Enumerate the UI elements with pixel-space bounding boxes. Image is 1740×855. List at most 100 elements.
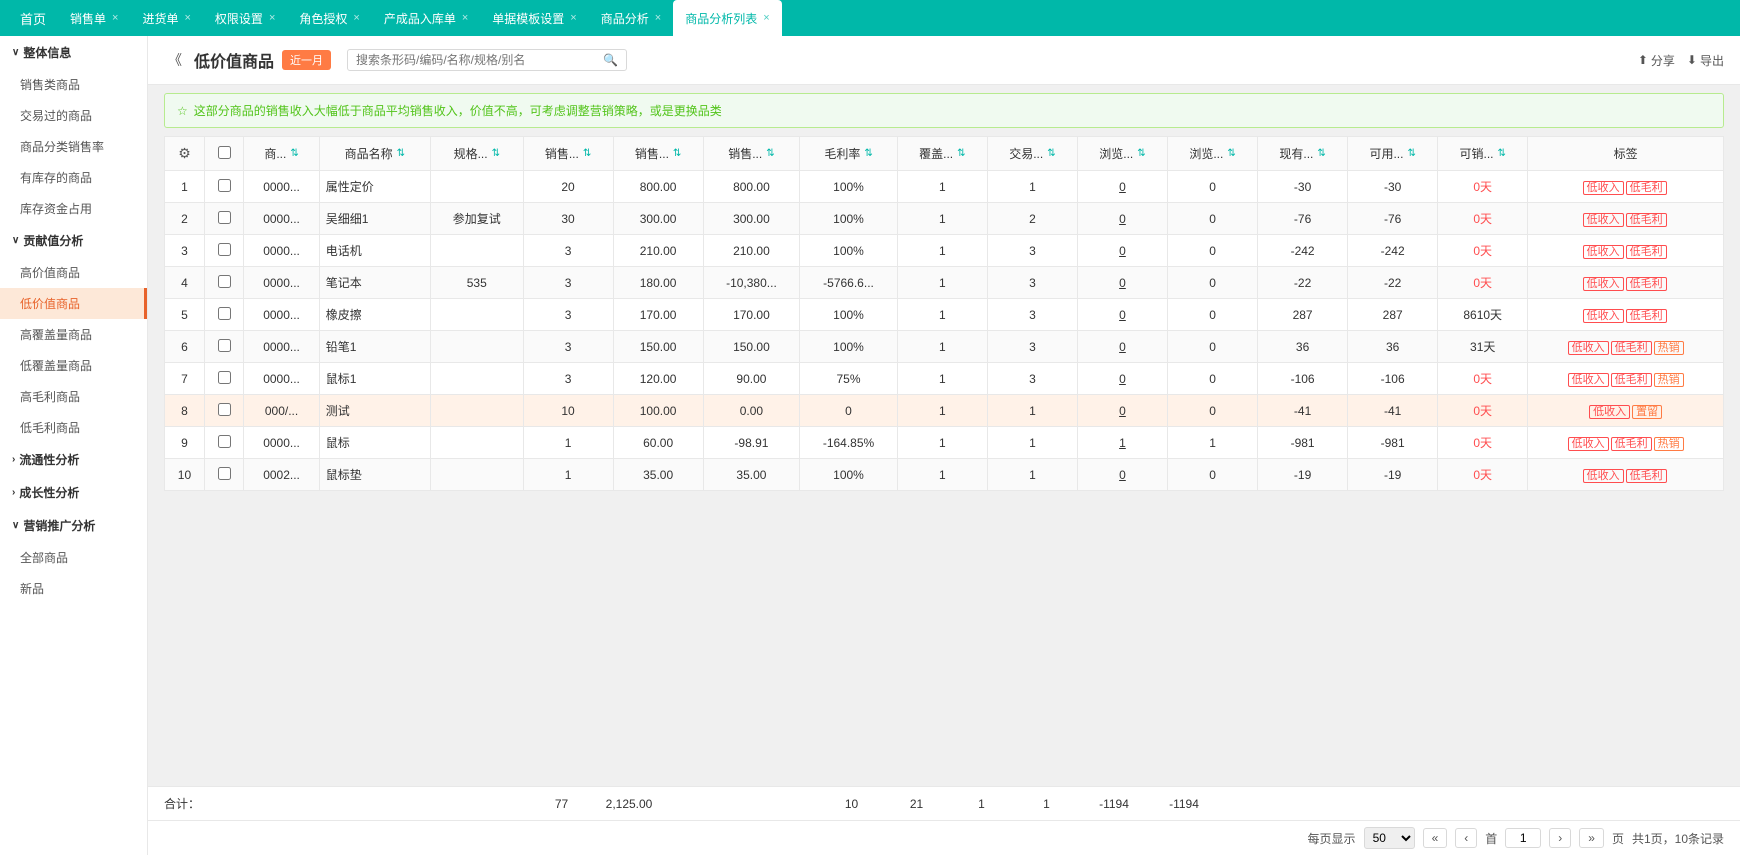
settings-icon[interactable]: ⚙: [178, 145, 191, 161]
cell-checkbox[interactable]: [204, 395, 243, 427]
search-input[interactable]: [356, 53, 599, 67]
browse1-link[interactable]: 0: [1119, 468, 1126, 482]
nav-item-进货单[interactable]: 进货单 ×: [130, 0, 202, 36]
cell-browse1[interactable]: 0: [1077, 459, 1167, 491]
cell-checkbox[interactable]: [204, 459, 243, 491]
sidebar-item-低覆盖量商品[interactable]: 低覆盖量商品: [0, 350, 147, 381]
cell-browse1[interactable]: 0: [1077, 299, 1167, 331]
export-button[interactable]: ⬇ 导出: [1687, 52, 1724, 69]
cell-browse1[interactable]: 0: [1077, 267, 1167, 299]
prev-page-button[interactable]: ‹: [1455, 828, 1477, 848]
sidebar-item-交易过的商品[interactable]: 交易过的商品: [0, 100, 147, 131]
cell-browse1[interactable]: 0: [1077, 395, 1167, 427]
row-checkbox[interactable]: [218, 403, 231, 416]
browse1-link[interactable]: 0: [1119, 372, 1126, 386]
cell-checkbox[interactable]: [204, 299, 243, 331]
browse1-link[interactable]: 0: [1119, 180, 1126, 194]
share-button[interactable]: ⬆ 分享: [1638, 52, 1675, 69]
row-checkbox[interactable]: [218, 211, 231, 224]
cell-checkbox[interactable]: [204, 267, 243, 299]
page-size-select[interactable]: 50 100 200: [1364, 827, 1415, 849]
next-page-button[interactable]: ›: [1549, 828, 1571, 848]
sidebar-group-流通性分析[interactable]: › 流通性分析: [0, 443, 147, 476]
sidebar-group-贡献值分析[interactable]: ∨ 贡献值分析: [0, 224, 147, 257]
col-code[interactable]: 商...⇅: [244, 137, 319, 171]
nav-item-角色授权[interactable]: 角色授权 ×: [287, 0, 371, 36]
col-browse1[interactable]: 浏览...⇅: [1077, 137, 1167, 171]
nav-item-销售单[interactable]: 销售单 ×: [58, 0, 130, 36]
row-checkbox[interactable]: [218, 371, 231, 384]
row-checkbox[interactable]: [218, 243, 231, 256]
col-sales-qty[interactable]: 销售...⇅: [523, 137, 613, 171]
sidebar-item-商品分类销售率[interactable]: 商品分类销售率: [0, 131, 147, 162]
search-icon[interactable]: 🔍: [603, 53, 618, 67]
col-browse2[interactable]: 浏览...⇅: [1168, 137, 1258, 171]
cell-checkbox[interactable]: [204, 235, 243, 267]
nav-close-商品分析列表[interactable]: ×: [763, 12, 769, 24]
cell-browse1[interactable]: 0: [1077, 363, 1167, 395]
col-sellable[interactable]: 可销...⇅: [1438, 137, 1528, 171]
col-available[interactable]: 可用...⇅: [1348, 137, 1438, 171]
browse1-link[interactable]: 1: [1119, 436, 1126, 450]
page-number-input[interactable]: [1505, 828, 1541, 848]
first-page-button[interactable]: «: [1423, 828, 1448, 848]
nav-close-单据模板设置[interactable]: ×: [570, 12, 576, 24]
row-checkbox[interactable]: [218, 467, 231, 480]
row-checkbox[interactable]: [218, 179, 231, 192]
nav-item-权限设置[interactable]: 权限设置 ×: [203, 0, 287, 36]
nav-home[interactable]: 首页: [8, 0, 58, 36]
nav-item-产成品入库单[interactable]: 产成品入库单 ×: [372, 0, 480, 36]
sidebar-item-低价值商品[interactable]: 低价值商品: [0, 288, 147, 319]
browse1-link[interactable]: 0: [1119, 308, 1126, 322]
browse1-link[interactable]: 0: [1119, 212, 1126, 226]
cell-checkbox[interactable]: [204, 427, 243, 459]
browse1-link[interactable]: 0: [1119, 340, 1126, 354]
cell-checkbox[interactable]: [204, 363, 243, 395]
nav-close-角色授权[interactable]: ×: [353, 12, 359, 24]
sidebar-group-营销推广分析[interactable]: ∨ 营销推广分析: [0, 509, 147, 542]
sidebar-item-库存资金占用[interactable]: 库存资金占用: [0, 193, 147, 224]
sidebar-group-成长性分析[interactable]: › 成长性分析: [0, 476, 147, 509]
row-checkbox[interactable]: [218, 339, 231, 352]
row-checkbox[interactable]: [218, 435, 231, 448]
row-checkbox[interactable]: [218, 307, 231, 320]
nav-item-商品分析[interactable]: 商品分析 ×: [589, 0, 673, 36]
browse1-link[interactable]: 0: [1119, 276, 1126, 290]
cell-browse1[interactable]: 0: [1077, 171, 1167, 203]
sidebar-item-全部商品[interactable]: 全部商品: [0, 542, 147, 573]
nav-close-进货单[interactable]: ×: [184, 12, 190, 24]
sidebar-group-整体信息[interactable]: ∨ 整体信息: [0, 36, 147, 69]
cell-checkbox[interactable]: [204, 331, 243, 363]
nav-close-权限设置[interactable]: ×: [269, 12, 275, 24]
select-all-checkbox[interactable]: [218, 146, 231, 159]
col-sales-price[interactable]: 销售...⇅: [703, 137, 800, 171]
browse1-link[interactable]: 0: [1119, 244, 1126, 258]
sidebar-item-有库存的商品[interactable]: 有库存的商品: [0, 162, 147, 193]
sidebar-item-销售类商品[interactable]: 销售类商品: [0, 69, 147, 100]
nav-close-销售单[interactable]: ×: [112, 12, 118, 24]
col-gross-margin[interactable]: 毛利率⇅: [800, 137, 898, 171]
cell-checkbox[interactable]: [204, 203, 243, 235]
sidebar-item-新品[interactable]: 新品: [0, 573, 147, 604]
col-coverage[interactable]: 覆盖...⇅: [897, 137, 987, 171]
sidebar-item-高毛利商品[interactable]: 高毛利商品: [0, 381, 147, 412]
cell-browse1[interactable]: 0: [1077, 331, 1167, 363]
col-name[interactable]: 商品名称⇅: [319, 137, 430, 171]
sidebar-item-高价值商品[interactable]: 高价值商品: [0, 257, 147, 288]
nav-close-产成品入库单[interactable]: ×: [462, 12, 468, 24]
browse1-link[interactable]: 0: [1119, 404, 1126, 418]
sidebar-collapse-button[interactable]: 《: [164, 46, 186, 74]
col-spec[interactable]: 规格...⇅: [431, 137, 524, 171]
cell-browse1[interactable]: 0: [1077, 235, 1167, 267]
col-transaction[interactable]: 交易...⇅: [987, 137, 1077, 171]
cell-checkbox[interactable]: [204, 171, 243, 203]
nav-item-商品分析列表[interactable]: 商品分析列表 ×: [673, 0, 781, 36]
row-checkbox[interactable]: [218, 275, 231, 288]
col-settings[interactable]: ⚙: [165, 137, 205, 171]
cell-browse1[interactable]: 1: [1077, 427, 1167, 459]
nav-item-单据模板设置[interactable]: 单据模板设置 ×: [480, 0, 588, 36]
sidebar-item-低毛利商品[interactable]: 低毛利商品: [0, 412, 147, 443]
nav-close-商品分析[interactable]: ×: [655, 12, 661, 24]
col-current-stock[interactable]: 现有...⇅: [1258, 137, 1348, 171]
sidebar-item-高覆盖量商品[interactable]: 高覆盖量商品: [0, 319, 147, 350]
